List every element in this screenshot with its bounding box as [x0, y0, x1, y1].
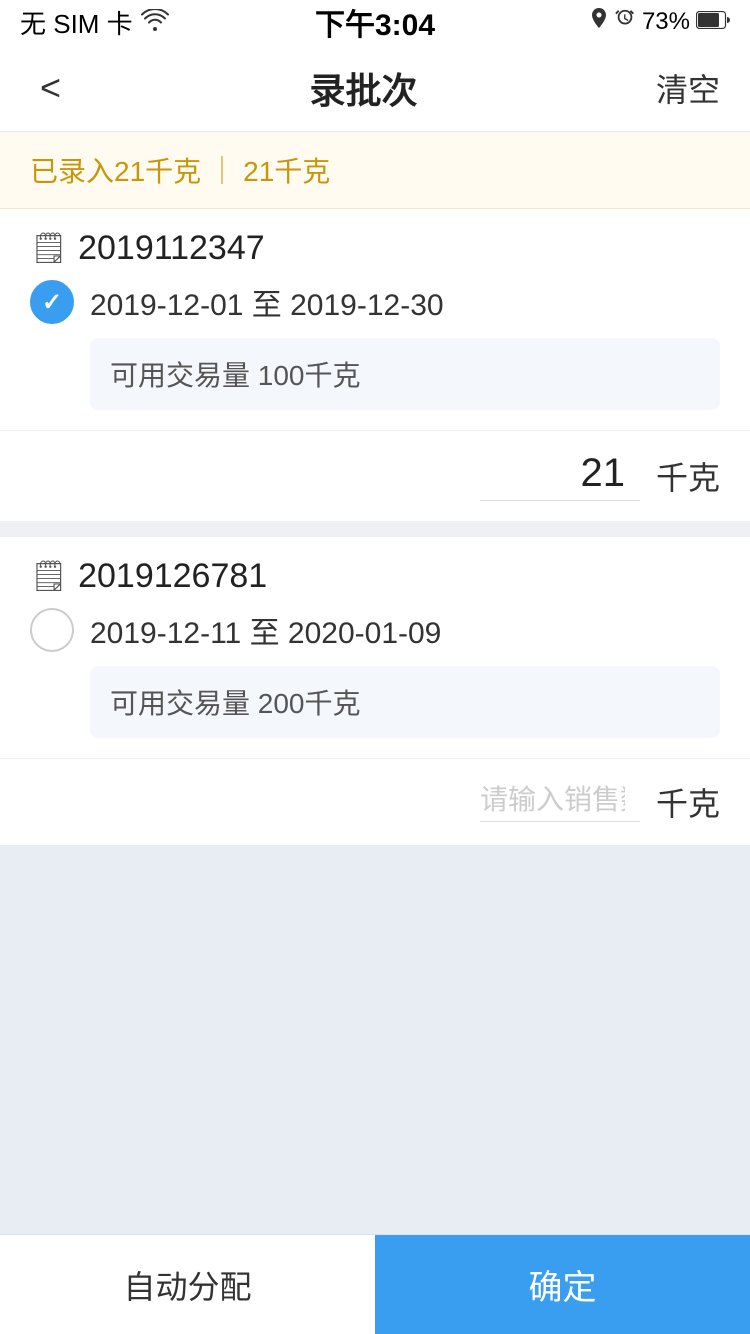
- batch-date-1: 2019-12-01 至 2019-12-30: [90, 280, 444, 324]
- quantity-input-1[interactable]: [480, 451, 640, 501]
- battery-icon: [696, 8, 730, 36]
- status-left: 无 SIM 卡: [20, 4, 169, 41]
- quantity-row-2: 千克: [0, 758, 750, 845]
- batch-id-icon-2: 🗒: [30, 559, 68, 594]
- total-weight: 21千克: [243, 150, 330, 190]
- wifi-icon: [141, 7, 169, 38]
- footer-buttons: 自动分配 确定: [0, 1234, 750, 1334]
- quantity-input-2[interactable]: [480, 783, 640, 822]
- location-icon: [590, 8, 608, 37]
- status-right: 73%: [590, 8, 730, 37]
- batch-available-2: 可用交易量 200千克: [90, 666, 720, 738]
- info-divider: [221, 156, 223, 184]
- quantity-row-1: 千克: [0, 430, 750, 521]
- batch-radio-2[interactable]: [30, 608, 74, 652]
- batch-available-1: 可用交易量 100千克: [90, 338, 720, 410]
- batch-item-1: 🗒 2019112347 2019-12-01 至 2019-12-30 可用交…: [0, 209, 750, 521]
- batch-header-1: 🗒 2019112347: [30, 229, 720, 268]
- status-time: 下午3:04: [315, 0, 435, 44]
- battery-text: 73%: [642, 8, 690, 36]
- recorded-weight: 已录入21千克: [30, 150, 201, 190]
- status-bar: 无 SIM 卡 下午3:04 73%: [0, 0, 750, 44]
- batch-id-1: 2019112347: [78, 229, 265, 268]
- clear-button[interactable]: 清空: [656, 65, 720, 111]
- info-bar: 已录入21千克 21千克: [0, 132, 750, 209]
- batch-item-2: 🗒 2019126781 2019-12-11 至 2020-01-09 可用交…: [0, 537, 750, 845]
- page-title: 录批次: [310, 62, 418, 114]
- batch-date-row-1: 2019-12-01 至 2019-12-30: [30, 280, 720, 324]
- batch-header-2: 🗒 2019126781: [30, 557, 720, 596]
- batch-id-2: 2019126781: [78, 557, 267, 596]
- back-button[interactable]: <: [30, 57, 71, 119]
- alarm-icon: [614, 8, 636, 37]
- auto-distribute-button[interactable]: 自动分配: [0, 1235, 375, 1334]
- quantity-unit-2: 千克: [656, 779, 720, 825]
- section-divider: [0, 521, 750, 537]
- batch-date-row-2: 2019-12-11 至 2020-01-09: [30, 608, 720, 652]
- carrier-text: 无 SIM 卡: [20, 4, 133, 41]
- empty-area: [0, 845, 750, 1234]
- batch-date-2: 2019-12-11 至 2020-01-09: [90, 608, 441, 652]
- confirm-button[interactable]: 确定: [375, 1235, 750, 1334]
- quantity-unit-1: 千克: [656, 453, 720, 499]
- batch-radio-1[interactable]: [30, 280, 74, 324]
- batch-id-icon-1: 🗒: [30, 231, 68, 266]
- nav-bar: < 录批次 清空: [0, 44, 750, 132]
